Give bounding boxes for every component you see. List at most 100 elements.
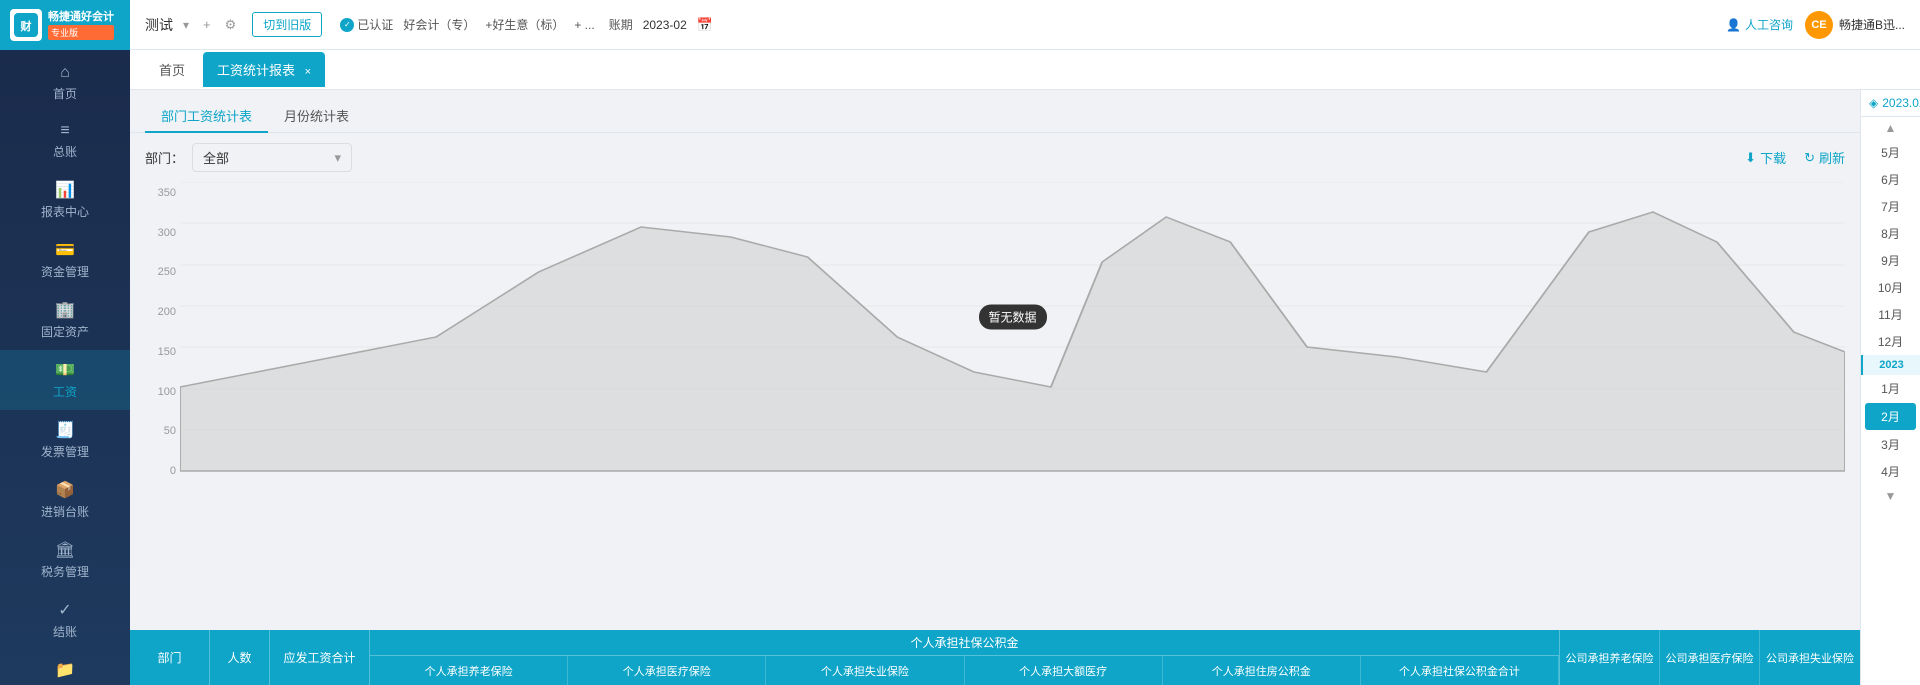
assets-icon: 🏢 (55, 300, 75, 320)
inventory-icon: 📦 (55, 480, 75, 500)
date-nav-down[interactable]: ▼ (1861, 485, 1920, 507)
sidebar-item-tax[interactable]: 🏛 税务管理 (0, 530, 130, 590)
th-total-salary-label: 应发工资合计 (283, 649, 355, 666)
sub-tab-monthly[interactable]: 月份统计表 (268, 100, 365, 133)
certified-badge: ✓ 已认证 (340, 16, 393, 33)
dept-select-value: 全部 (203, 148, 229, 167)
sidebar-item-salary[interactable]: 💵 工资 (0, 350, 130, 410)
month-2-selected[interactable]: 2月 (1865, 403, 1916, 430)
chart-svg-wrapper: 暂无数据 (180, 182, 1845, 482)
archive-icon: 📁 (55, 660, 75, 680)
user-name: 畅捷通B迅... (1839, 16, 1905, 33)
y-label-300: 300 (149, 227, 176, 239)
toolbar: 部门： 全部 ▾ ⬇ 下载 ↻ 刷新 (130, 133, 1860, 182)
download-label: 下载 (1760, 148, 1786, 167)
sidebar-nav: ⌂ 首页 ≡ 总账 📊 报表中心 💳 资金管理 🏢 固定资产 💵 工资 🧾 发票… (0, 50, 130, 685)
month-10[interactable]: 10月 (1861, 274, 1920, 301)
tab-salary-report[interactable]: 工资统计报表 × (203, 52, 325, 87)
sidebar-item-closing[interactable]: ✓ 结账 (0, 590, 130, 650)
month-8[interactable]: 8月 (1861, 220, 1920, 247)
month-1[interactable]: 1月 (1861, 375, 1920, 402)
month-5[interactable]: 5月 (1861, 139, 1920, 166)
closing-icon: ✓ (58, 600, 71, 620)
month-12[interactable]: 12月 (1861, 328, 1920, 355)
chart-container: 350 300 250 200 150 100 50 0 (130, 182, 1860, 685)
th-personal-group-label: 个人承担社保公积金 (910, 636, 1018, 650)
switch-old-version-button[interactable]: 切到旧版 (252, 12, 322, 37)
th-dept: 部门 (130, 630, 210, 685)
area-fill (180, 212, 1845, 471)
download-button[interactable]: ⬇ 下载 (1745, 148, 1786, 167)
month-3[interactable]: 3月 (1861, 431, 1920, 458)
sidebar-label-invoices: 发票管理 (41, 443, 89, 460)
tab-home[interactable]: 首页 (145, 52, 199, 87)
th-company-pension: 公司承担养老保险 (1560, 630, 1660, 685)
y-label-100: 100 (149, 386, 176, 398)
sidebar-item-invoices[interactable]: 🧾 发票管理 (0, 410, 130, 470)
th-headcount: 人数 (210, 630, 270, 685)
refresh-icon: ↻ (1804, 150, 1815, 166)
th-company-medical: 公司承担医疗保险 (1660, 630, 1760, 685)
sidebar-item-inventory[interactable]: 📦 进销台账 (0, 470, 130, 530)
month-6[interactable]: 6月 (1861, 166, 1920, 193)
sidebar-item-archive[interactable]: 📁 归档管理 (0, 650, 130, 685)
dept-select[interactable]: 全部 ▾ (192, 143, 352, 172)
sidebar-label-tax: 税务管理 (41, 563, 89, 580)
sidebar-item-funds[interactable]: 💳 资金管理 (0, 230, 130, 290)
company-name: 测试 (145, 15, 173, 35)
y-axis: 350 300 250 200 150 100 50 0 (145, 182, 180, 482)
th-personal-medical: 个人承担医疗保险 (568, 656, 766, 685)
sidebar-label-reports: 报表中心 (41, 203, 89, 220)
y-label-0: 0 (149, 465, 176, 477)
dropdown-arrow-icon[interactable]: ▾ (183, 18, 189, 32)
sidebar-item-assets[interactable]: 🏢 固定资产 (0, 290, 130, 350)
month-11[interactable]: 11月 (1861, 301, 1920, 328)
topbar-status: ✓ 已认证 好会计（专） +好生意（标） + ... 账期 2023-02 📅 (340, 16, 713, 33)
calendar-icon[interactable]: 📅 (697, 17, 713, 33)
sidebar-item-home[interactable]: ⌂ 首页 (0, 54, 130, 112)
certified-text: 已认证 (357, 16, 393, 33)
help-button[interactable]: 👤 人工咨询 (1726, 16, 1793, 33)
date-nav-up[interactable]: ▲ (1861, 117, 1920, 139)
th-personal-unemployment: 个人承担失业保险 (766, 656, 964, 685)
date-panel-period: 2023.02 (1882, 96, 1920, 110)
main-area: 测试 ▾ + ⚙ 切到旧版 ✓ 已认证 好会计（专） +好生意（标） + ...… (130, 0, 1920, 685)
sidebar-label-home: 首页 (53, 85, 77, 102)
topbar-plus[interactable]: + (203, 17, 211, 32)
y-label-250: 250 (149, 266, 176, 278)
sub-tab-dept[interactable]: 部门工资统计表 (145, 100, 268, 133)
month-4[interactable]: 4月 (1861, 458, 1920, 485)
content-inner: 部门工资统计表 月份统计表 部门： 全部 ▾ ⬇ (130, 90, 1860, 685)
ledger-icon: ≡ (60, 122, 69, 140)
th-personal-group-header: 个人承担社保公积金 (370, 630, 1559, 656)
download-icon: ⬇ (1745, 150, 1756, 166)
help-icon: 👤 (1726, 18, 1741, 32)
tab-home-label: 首页 (159, 63, 185, 78)
month-7[interactable]: 7月 (1861, 193, 1920, 220)
tab-close-icon[interactable]: × (305, 66, 311, 78)
sidebar: 财 畅捷通好会计 专业版 ⌂ 首页 ≡ 总账 📊 报表中心 💳 资金管理 🏢 固… (0, 0, 130, 685)
y-label-150: 150 (149, 346, 176, 358)
th-dept-label: 部门 (157, 649, 181, 666)
month-9[interactable]: 9月 (1861, 247, 1920, 274)
th-personal-total: 个人承担社保公积金合计 (1361, 656, 1559, 685)
sidebar-label-funds: 资金管理 (41, 263, 89, 280)
logo-text: 畅捷通好会计 (48, 10, 114, 24)
sidebar-item-reports[interactable]: 📊 报表中心 (0, 170, 130, 230)
sub-tab-monthly-label: 月份统计表 (284, 109, 349, 124)
business-text: +好生意（标） (485, 16, 564, 33)
action-group: ⬇ 下载 ↻ 刷新 (1745, 148, 1845, 167)
y-label-200: 200 (149, 306, 176, 318)
th-company-cols: 公司承担养老保险 公司承担医疗保险 公司承担失业保险 (1560, 630, 1860, 685)
sidebar-item-ledger[interactable]: ≡ 总账 (0, 112, 130, 170)
th-personal-major-medical: 个人承担大额医疗 (965, 656, 1163, 685)
sub-tabs: 部门工资统计表 月份统计表 (130, 90, 1860, 133)
logo-badge: 专业版 (48, 25, 114, 40)
date-panel-header: ◈ 2023.02 (1861, 90, 1920, 117)
th-headcount-label: 人数 (227, 649, 251, 666)
refresh-button[interactable]: ↻ 刷新 (1804, 148, 1845, 167)
area-chart (180, 182, 1845, 472)
svg-text:财: 财 (20, 19, 32, 33)
sidebar-logo: 财 畅捷通好会计 专业版 (0, 0, 130, 50)
topbar-gear[interactable]: ⚙ (225, 17, 237, 33)
